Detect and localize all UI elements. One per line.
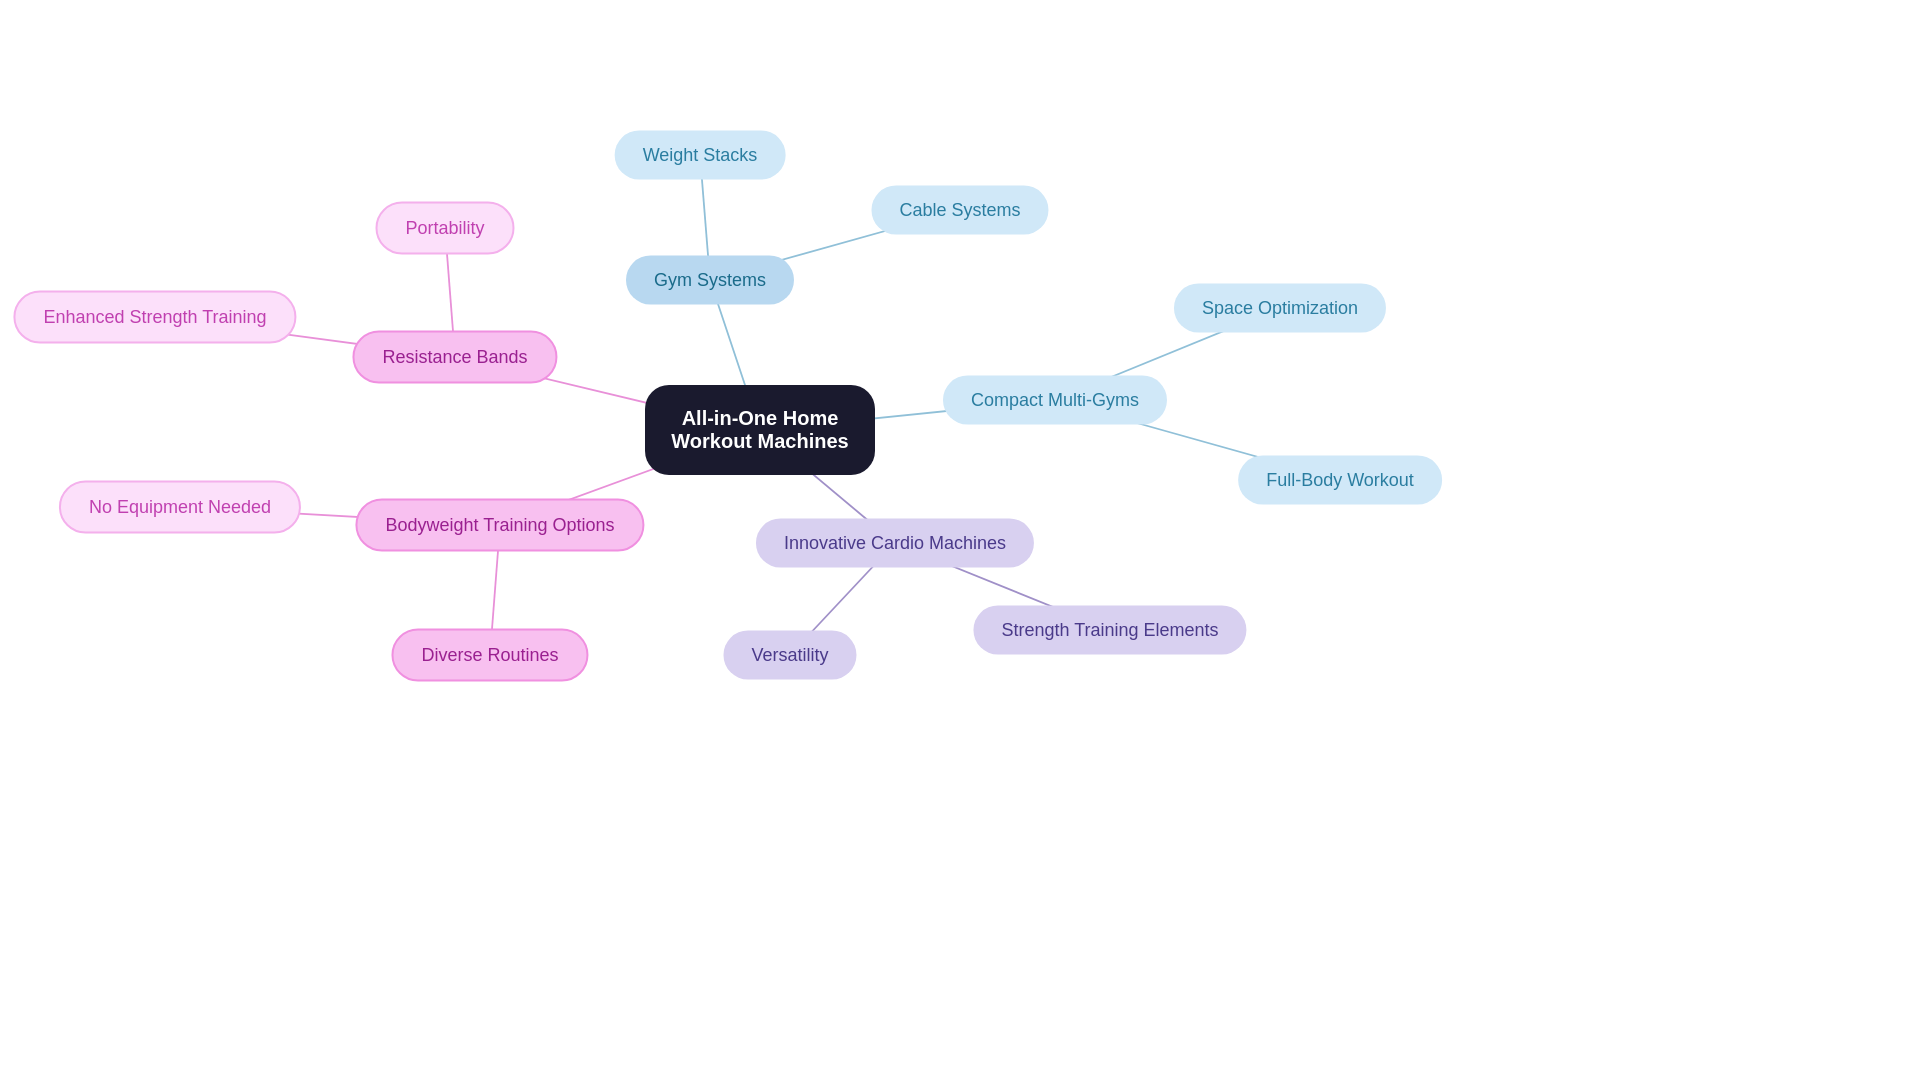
mind-map: All-in-One Home Workout Machines Gym Syst… — [0, 0, 1920, 1083]
node-enhanced-strength[interactable]: Enhanced Strength Training — [13, 291, 296, 344]
node-bodyweight-training[interactable]: Bodyweight Training Options — [355, 499, 644, 552]
node-resistance-bands[interactable]: Resistance Bands — [352, 331, 557, 384]
node-portability[interactable]: Portability — [375, 202, 514, 255]
node-compact-multi-gyms[interactable]: Compact Multi-Gyms — [943, 376, 1167, 425]
node-versatility[interactable]: Versatility — [723, 631, 856, 680]
node-no-equipment[interactable]: No Equipment Needed — [59, 481, 301, 534]
node-innovative-cardio[interactable]: Innovative Cardio Machines — [756, 519, 1034, 568]
node-gym-systems[interactable]: Gym Systems — [626, 256, 794, 305]
node-weight-stacks[interactable]: Weight Stacks — [615, 131, 786, 180]
node-diverse-routines[interactable]: Diverse Routines — [391, 629, 588, 682]
node-full-body-workout[interactable]: Full-Body Workout — [1238, 456, 1442, 505]
node-cable-systems[interactable]: Cable Systems — [871, 186, 1048, 235]
node-strength-training-elements[interactable]: Strength Training Elements — [973, 606, 1246, 655]
center-node[interactable]: All-in-One Home Workout Machines — [645, 385, 875, 475]
node-space-optimization[interactable]: Space Optimization — [1174, 284, 1386, 333]
